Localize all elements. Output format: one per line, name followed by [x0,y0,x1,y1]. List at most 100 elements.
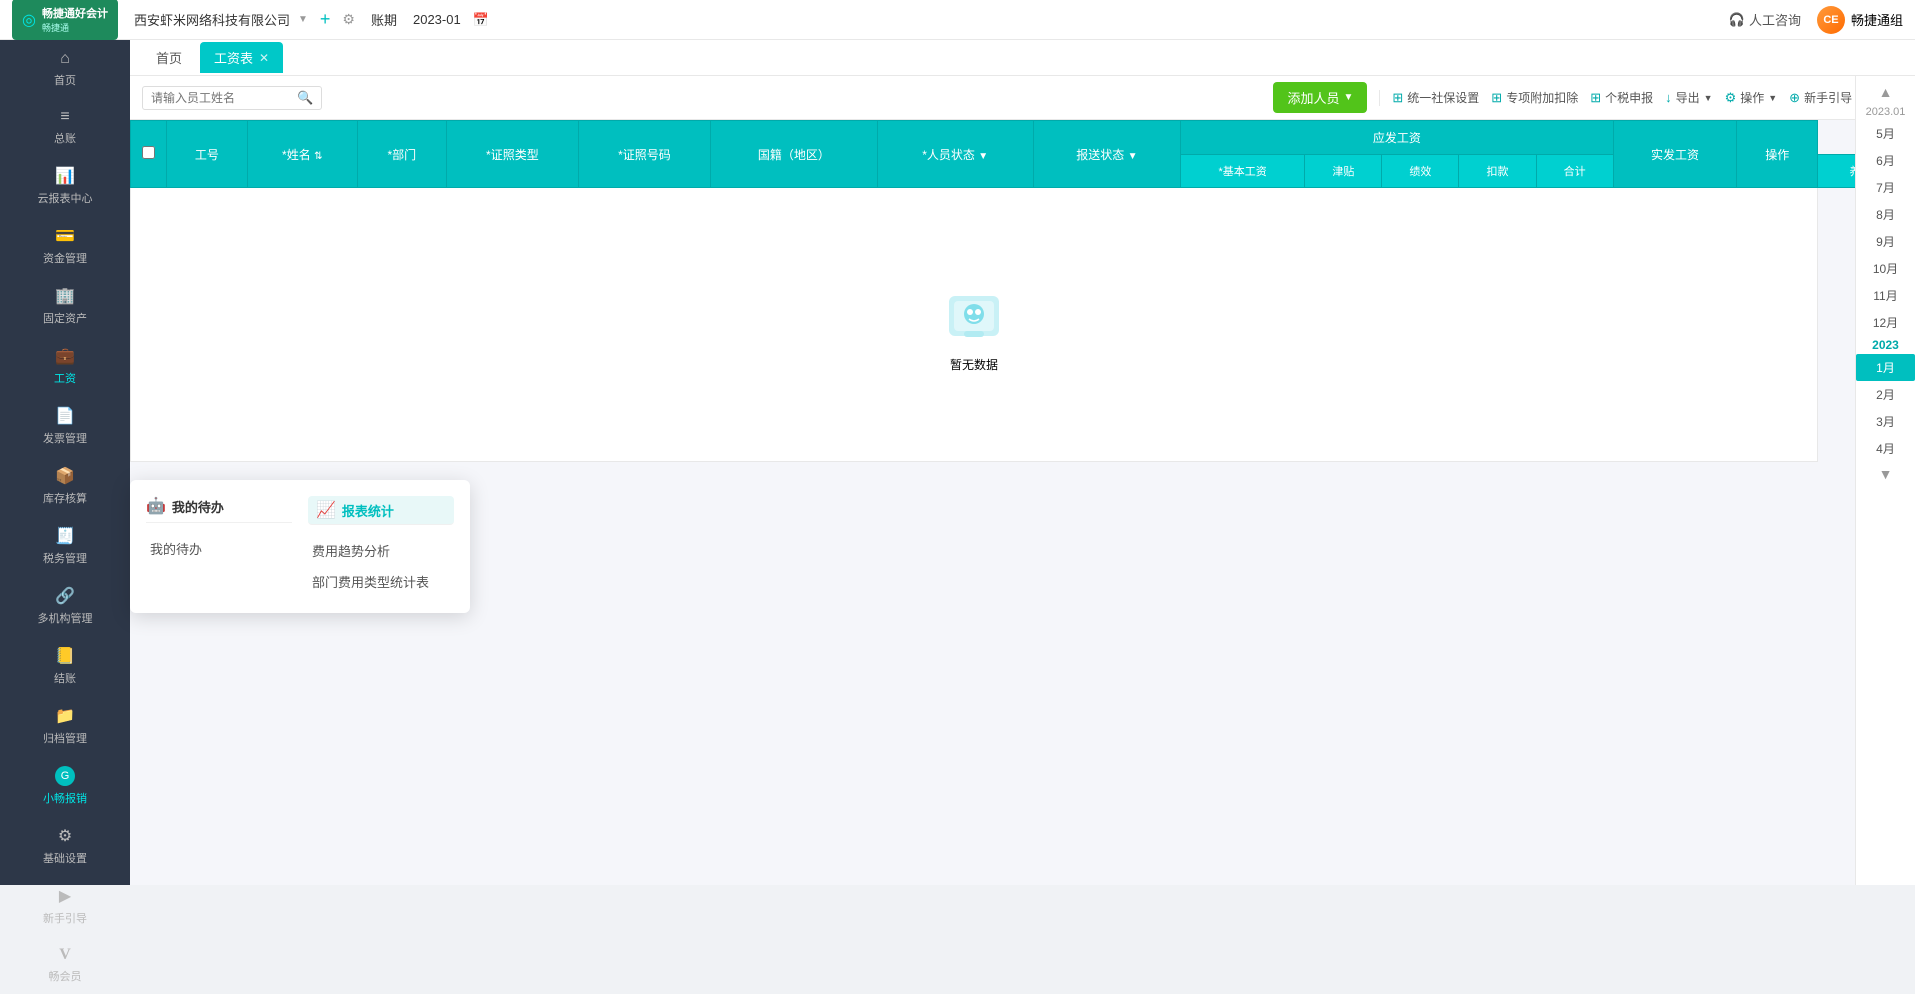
social-security-btn[interactable]: ⊞ 统一社保设置 [1392,89,1479,106]
popup-item-todo[interactable]: 我的待办 [146,533,292,564]
th-name-label: *姓名 [282,148,311,162]
search-box[interactable]: 🔍 [142,86,322,110]
search-input[interactable] [151,91,291,105]
tax-report-label: 个税申报 [1605,89,1653,106]
search-icon: 🔍 [297,90,313,106]
sidebar-item-home[interactable]: ⌂ 首页 [0,40,130,98]
special-deduction-btn[interactable]: ⊞ 专项附加扣除 [1491,89,1578,106]
popup-item-cost-trend[interactable]: 费用趋势分析 [308,535,454,566]
sidebar-item-home-label: 首页 [54,72,76,88]
sidebar-item-tax-label: 税务管理 [43,550,87,566]
popup-item-dept-cost[interactable]: 部门费用类型统计表 [308,566,454,597]
select-all-checkbox[interactable] [142,146,155,159]
period-calendar-icon[interactable]: 📅 [473,12,489,28]
add-company-btn[interactable]: + [320,9,331,30]
sidebar-item-basic-label: 基础设置 [43,850,87,866]
th-name[interactable]: *姓名 ⇅ [247,121,357,188]
sidebar-item-multiorg-label: 多机构管理 [38,610,93,626]
social-security-icon: ⊞ [1392,90,1403,106]
sidebar-item-invoice[interactable]: 📄 发票管理 [0,396,130,456]
sidebar-item-expense[interactable]: G 小畅报销 [0,756,130,816]
month-nav-down[interactable]: ▼ [1856,462,1915,486]
company-name[interactable]: 西安虾米网络科技有限公司 [134,10,290,29]
reports-icon: 📊 [55,166,75,186]
sidebar-item-assets[interactable]: 🏢 固定资产 [0,276,130,336]
month-nav-up[interactable]: ▲ [1856,80,1915,104]
finance-icon: 💳 [55,226,75,246]
th-operation: 操作 [1737,121,1818,188]
user-profile[interactable]: CE 畅捷通组 [1817,6,1903,34]
select-all-header[interactable] [131,121,167,188]
tax-report-btn[interactable]: ⊞ 个税申报 [1590,89,1653,106]
month-2[interactable]: 2月 [1856,381,1915,408]
filter-icon: ▼ [978,151,988,162]
export-label: 导出 [1676,89,1700,106]
operation-btn[interactable]: ⚙ 操作 ▼ [1725,89,1778,106]
guide-btn[interactable]: ⊕ 新手引导 [1789,89,1852,106]
sidebar-item-ledger[interactable]: ≡ 总账 [0,98,130,156]
sidebar-item-finance-label: 资金管理 [43,250,87,266]
special-deduction-icon: ⊞ [1491,90,1502,106]
th-report-status[interactable]: 报送状态 ▼ [1033,121,1180,188]
tab-salary-label: 工资表 [214,48,253,67]
month-9[interactable]: 9月 [1856,228,1915,255]
th-status[interactable]: *人员状态 ▼ [877,121,1033,188]
expense-icon: G [55,766,75,786]
th-nationality: 国籍（地区） [711,121,878,188]
tab-home-label: 首页 [156,48,182,67]
sidebar-item-closing[interactable]: 📒 结账 [0,636,130,696]
app-logo-text: 畅捷通好会计 [42,5,108,21]
sidebar-item-tax[interactable]: 🧾 税务管理 [0,516,130,576]
export-btn[interactable]: ↓ 导出 ▼ [1665,89,1712,106]
add-people-arrow-icon: ▼ [1343,92,1353,103]
th-total: 合计 [1536,155,1613,188]
sort-icon: ⇅ [314,151,322,162]
settings-icon[interactable]: ⚙ [342,11,355,28]
tab-home[interactable]: 首页 [142,42,196,73]
month-3[interactable]: 3月 [1856,408,1915,435]
month-5[interactable]: 5月 [1856,120,1915,147]
month-8[interactable]: 8月 [1856,201,1915,228]
sidebar-item-member[interactable]: V 畅会员 [0,936,130,994]
th-id-type: *证照类型 [446,121,578,188]
headset-icon: 🎧 [1729,12,1745,28]
sidebar-item-archive[interactable]: 📁 归档管理 [0,696,130,756]
company-dropdown-icon[interactable]: ▼ [298,14,308,25]
assets-icon: 🏢 [55,286,75,306]
popup-col-stats: 📈 报表统计 费用趋势分析 部门费用类型统计表 [308,496,454,597]
th-actual: 实发工资 [1613,121,1737,188]
inventory-icon: 📦 [55,466,75,486]
period-value[interactable]: 2023-01 [413,12,461,27]
tab-close-icon[interactable]: ✕ [259,51,269,65]
tax-icon: 🧾 [55,526,75,546]
sidebar-item-finance[interactable]: 💳 资金管理 [0,216,130,276]
popup-menu: 🤖 我的待办 我的待办 📈 报表统计 费用趋势分析 部门费用类型统计表 [130,480,470,613]
th-id-no: *证照号码 [578,121,710,188]
month-11[interactable]: 11月 [1856,282,1915,309]
sidebar-item-basic[interactable]: ⚙ 基础设置 [0,816,130,876]
month-6[interactable]: 6月 [1856,147,1915,174]
salary-icon: 💼 [55,346,75,366]
sidebar-item-inventory[interactable]: 📦 库存核算 [0,456,130,516]
add-people-button[interactable]: 添加人员 ▼ [1273,82,1367,113]
month-4[interactable]: 4月 [1856,435,1915,462]
sidebar-item-multiorg[interactable]: 🔗 多机构管理 [0,576,130,636]
sidebar-item-reports[interactable]: 📊 云报表中心 [0,156,130,216]
tab-salary[interactable]: 工资表 ✕ [200,42,283,73]
empty-state: 暂无数据 [141,196,1807,453]
main-content: 首页 工资表 ✕ 🔍 添加人员 ▼ ⊞ 统一社保设置 [130,40,1915,885]
sidebar-item-salary-label: 工资 [54,370,76,386]
app-logo-sub: 畅捷通 [42,21,108,34]
report-filter-icon: ▼ [1128,151,1138,162]
month-10[interactable]: 10月 [1856,255,1915,282]
th-base-salary: *基本工资 [1181,155,1305,188]
month-1[interactable]: 1月 [1856,354,1915,381]
sidebar-item-guide[interactable]: ▶ 新手引导 [0,876,130,936]
month-12[interactable]: 12月 [1856,309,1915,336]
sidebar-item-salary[interactable]: 💼 工资 [0,336,130,396]
help-button[interactable]: 🎧 人工咨询 [1729,10,1801,29]
social-security-label: 统一社保设置 [1407,89,1479,106]
th-allowance: 津贴 [1305,155,1382,188]
operation-icon: ⚙ [1725,90,1737,106]
month-7[interactable]: 7月 [1856,174,1915,201]
